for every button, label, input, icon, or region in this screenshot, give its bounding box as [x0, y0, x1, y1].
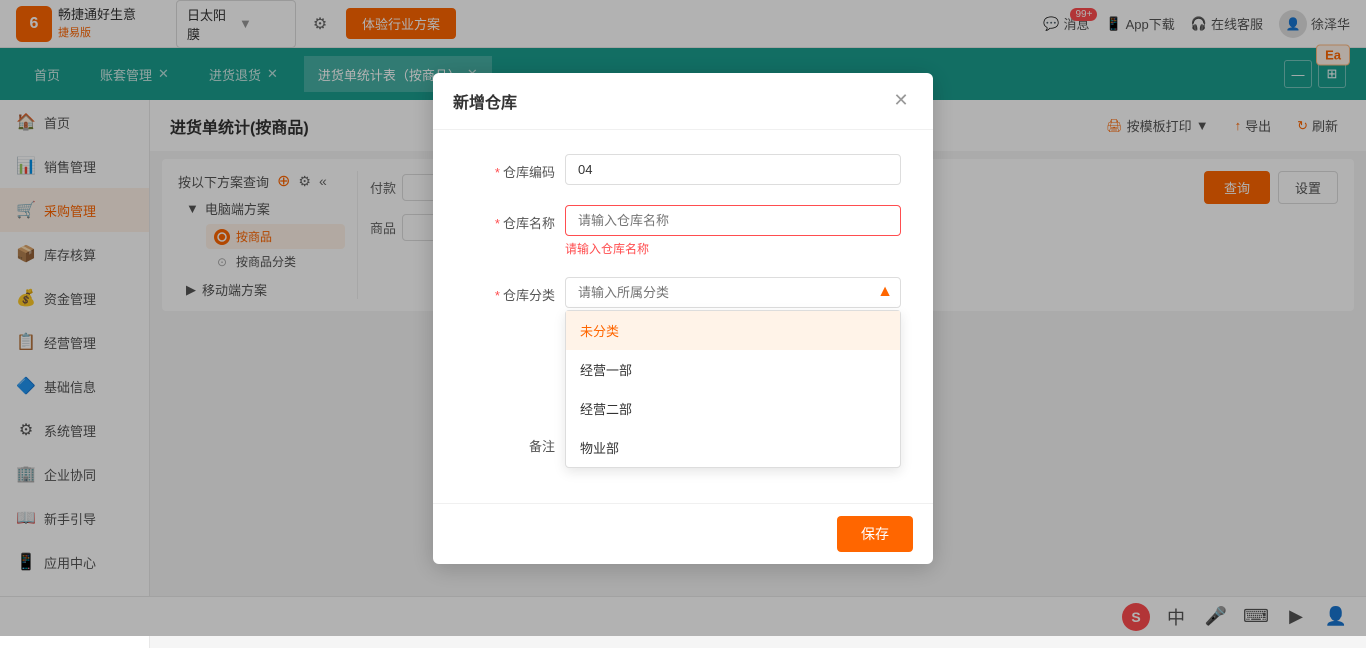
name-input[interactable] — [565, 205, 901, 236]
name-error-msg: 请输入仓库名称 — [565, 240, 901, 257]
category-toggle-button[interactable]: ▲ — [877, 283, 893, 301]
dialog-title: 新增仓库 — [453, 89, 517, 113]
form-row-category: 仓库分类 ▲ 未分类 经营一部 经营二部 物业部 — [465, 277, 901, 308]
dialog-footer: 保存 — [433, 503, 933, 564]
code-label: 仓库编码 — [465, 154, 555, 181]
save-button[interactable]: 保存 — [837, 516, 913, 552]
dropdown-item-0[interactable]: 未分类 — [566, 311, 900, 350]
name-control: 请输入仓库名称 — [565, 205, 901, 257]
dialog-body: 仓库编码 仓库名称 请输入仓库名称 仓库分类 ▲ — [433, 130, 933, 503]
note-label: 备注 — [465, 428, 555, 455]
dialog-close-button[interactable]: ✕ — [889, 89, 913, 113]
dialog-header: 新增仓库 ✕ — [433, 73, 933, 130]
dropdown-item-2[interactable]: 经营二部 — [566, 389, 900, 428]
code-control — [565, 154, 901, 185]
form-row-code: 仓库编码 — [465, 154, 901, 185]
name-label: 仓库名称 — [465, 205, 555, 232]
category-dropdown: 未分类 经营一部 经营二部 物业部 — [565, 310, 901, 468]
category-input-wrapper: ▲ — [565, 277, 901, 308]
dropdown-item-3[interactable]: 物业部 — [566, 428, 900, 467]
dropdown-item-1[interactable]: 经营一部 — [566, 350, 900, 389]
form-row-name: 仓库名称 请输入仓库名称 — [465, 205, 901, 257]
modal-overlay[interactable]: 新增仓库 ✕ 仓库编码 仓库名称 请输入仓库名称 仓库分类 — [0, 0, 1366, 636]
new-warehouse-dialog: 新增仓库 ✕ 仓库编码 仓库名称 请输入仓库名称 仓库分类 — [433, 73, 933, 564]
code-input[interactable] — [565, 154, 901, 185]
category-control: ▲ 未分类 经营一部 经营二部 物业部 — [565, 277, 901, 308]
category-input[interactable] — [565, 277, 901, 308]
category-label: 仓库分类 — [465, 277, 555, 304]
